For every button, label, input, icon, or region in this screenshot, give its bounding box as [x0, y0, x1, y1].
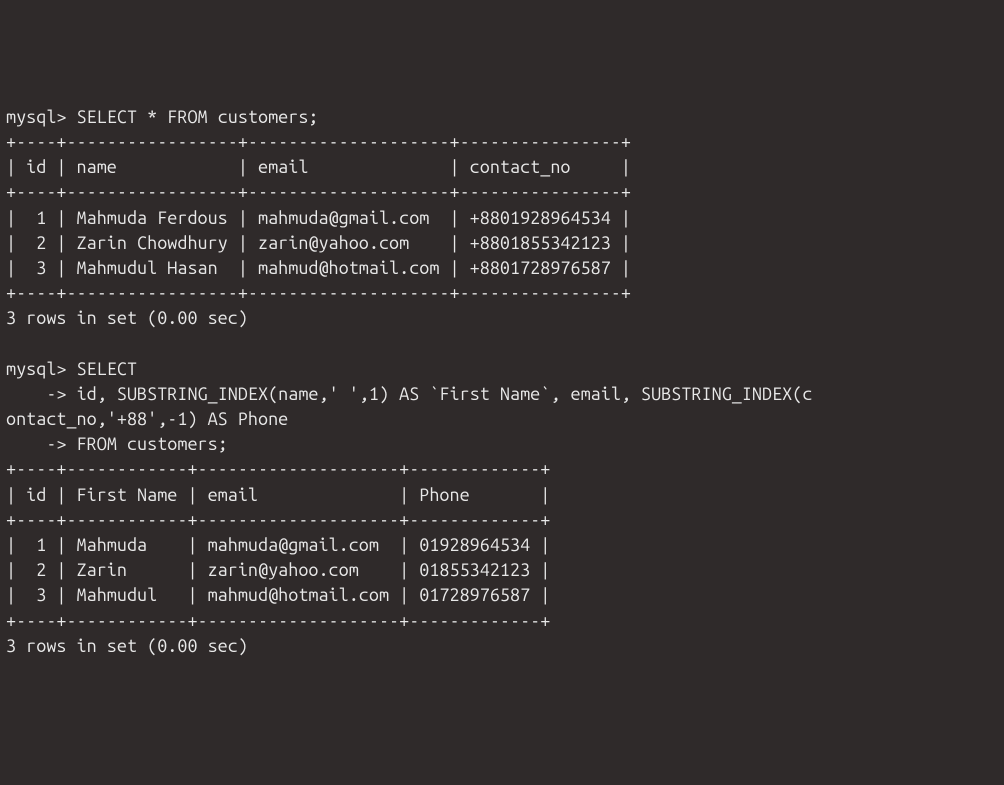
result-summary: 3 rows in set (0.00 sec): [6, 636, 248, 656]
table-divider: +----+-----------------+----------------…: [6, 132, 631, 152]
sql-query: FROM customers;: [77, 434, 228, 454]
sql-query: SELECT * FROM customers;: [77, 107, 319, 127]
table-row: | 1 | Mahmuda Ferdous | mahmuda@gmail.co…: [6, 208, 631, 228]
prompt: mysql>: [6, 359, 66, 379]
table-row: | 3 | Mahmudul Hasan | mahmud@hotmail.co…: [6, 258, 631, 278]
continuation-prompt: ->: [6, 434, 66, 454]
table-row: | 3 | Mahmudul | mahmud@hotmail.com | 01…: [6, 585, 550, 605]
table-row: | 2 | Zarin | zarin@yahoo.com | 01855342…: [6, 560, 550, 580]
terminal-output: mysql> SELECT * FROM customers; +----+--…: [6, 105, 998, 659]
table-divider: +----+-----------------+----------------…: [6, 182, 631, 202]
continuation-prompt: ->: [6, 384, 66, 404]
sql-query-wrap: ontact_no,'+88',-1) AS Phone: [6, 409, 288, 429]
result-summary: 3 rows in set (0.00 sec): [6, 308, 248, 328]
sql-query: id, SUBSTRING_INDEX(name,' ',1) AS `Firs…: [77, 384, 813, 404]
table-header: | id | name | email | contact_no |: [6, 157, 631, 177]
table-divider: +----+------------+--------------------+…: [6, 611, 550, 631]
sql-query: SELECT: [77, 359, 137, 379]
table-header: | id | First Name | email | Phone |: [6, 485, 550, 505]
table-row: | 2 | Zarin Chowdhury | zarin@yahoo.com …: [6, 233, 631, 253]
table-divider: +----+------------+--------------------+…: [6, 510, 550, 530]
table-row: | 1 | Mahmuda | mahmuda@gmail.com | 0192…: [6, 535, 550, 555]
table-divider: +----+------------+--------------------+…: [6, 459, 550, 479]
prompt: mysql>: [6, 107, 66, 127]
table-divider: +----+-----------------+----------------…: [6, 283, 631, 303]
